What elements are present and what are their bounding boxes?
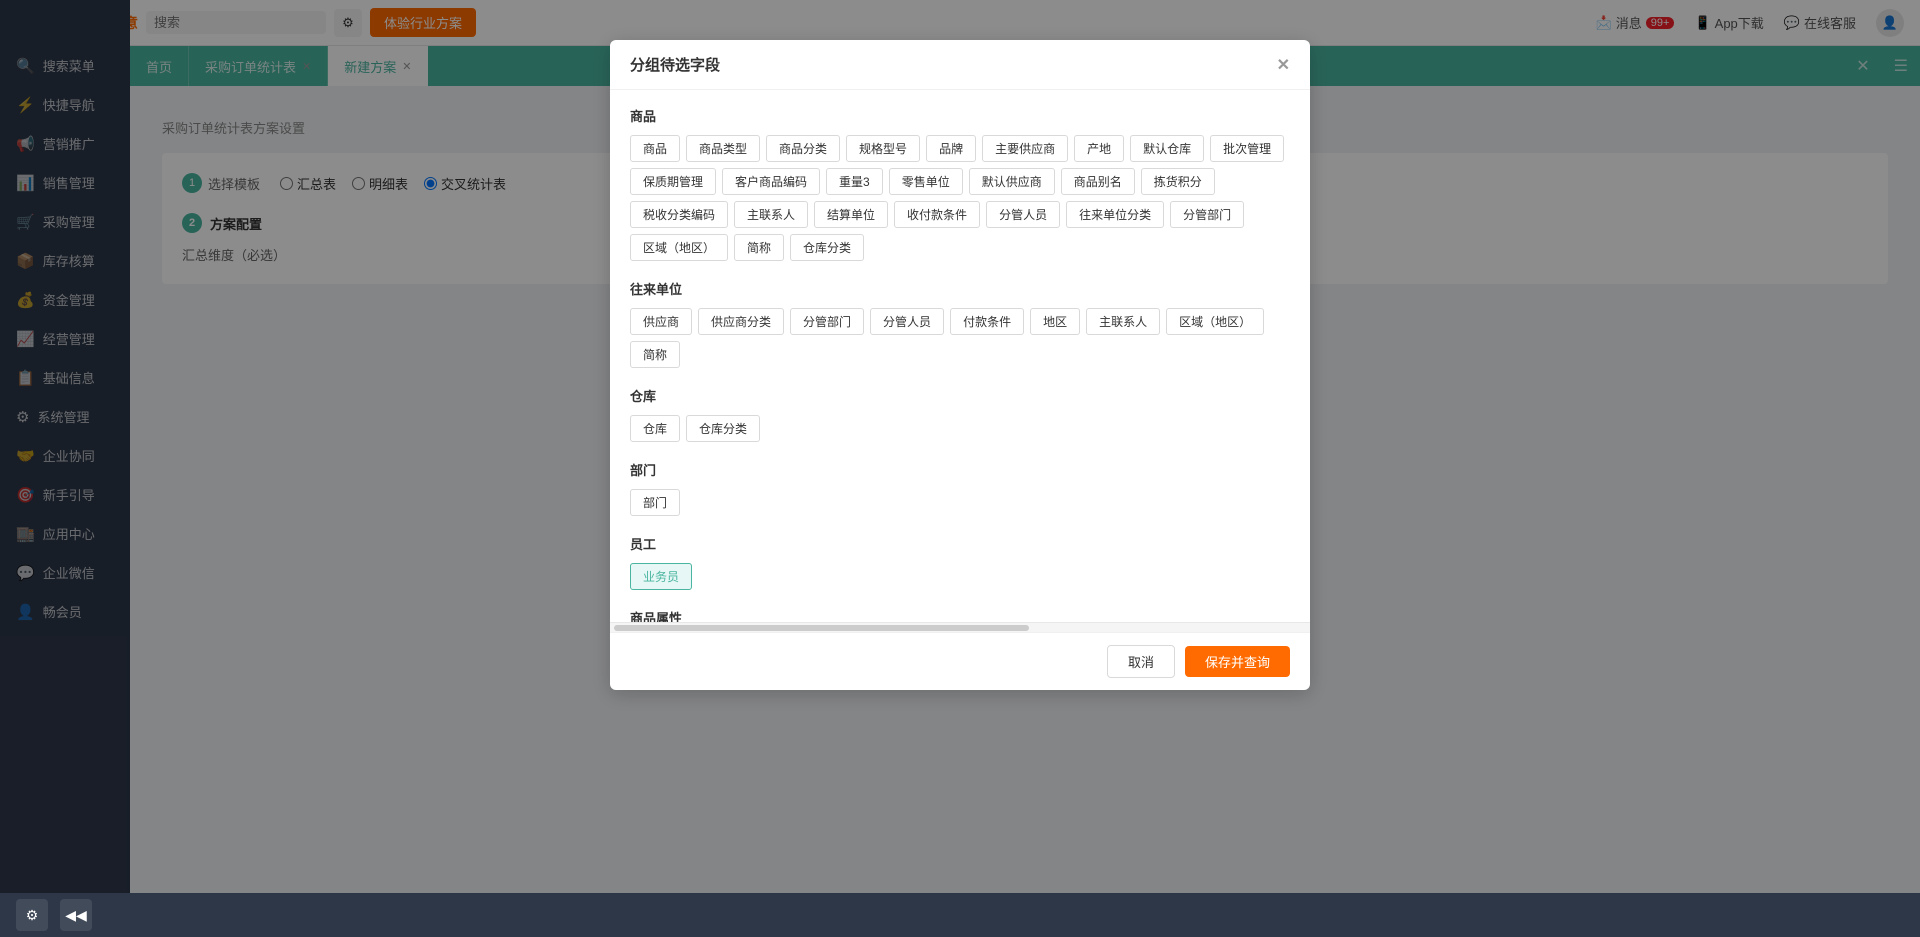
- modal-hscrollbar[interactable]: [610, 622, 1310, 632]
- section-department-title: 部门: [630, 460, 1290, 479]
- settings-icon: ⚙: [26, 907, 39, 924]
- field-tag-employee[interactable]: 业务员: [630, 563, 692, 590]
- section-employee: 员工 业务员: [630, 534, 1290, 590]
- field-tag[interactable]: 供应商: [630, 308, 692, 335]
- field-tag[interactable]: 税收分类编码: [630, 201, 728, 228]
- field-tag[interactable]: 分管人员: [870, 308, 944, 335]
- volume-icon: ◀◀: [65, 907, 87, 924]
- field-tag[interactable]: 商品别名: [1061, 168, 1135, 195]
- modal-close-button[interactable]: ✕: [1277, 55, 1290, 75]
- field-tag[interactable]: 往来单位分类: [1066, 201, 1164, 228]
- field-tag[interactable]: 品牌: [926, 135, 976, 162]
- field-tag[interactable]: 分管人员: [986, 201, 1060, 228]
- section-warehouse: 仓库 仓库 仓库分类: [630, 386, 1290, 442]
- section-department: 部门 部门: [630, 460, 1290, 516]
- confirm-button[interactable]: 保存并查询: [1185, 646, 1290, 677]
- field-tag[interactable]: 主联系人: [1086, 308, 1160, 335]
- modal-header: 分组待选字段 ✕: [610, 40, 1310, 90]
- settings-button[interactable]: ⚙: [16, 899, 48, 931]
- field-select-modal: 分组待选字段 ✕ 商品 商品 商品类型 商品分类 规格型号 品牌 主要供应商 产…: [610, 40, 1310, 690]
- section-product-attr-title: 商品属性: [630, 608, 1290, 622]
- section-warehouse-tags: 仓库 仓库分类: [630, 415, 1290, 442]
- field-tag[interactable]: 默认供应商: [969, 168, 1055, 195]
- field-tag[interactable]: 重量3: [826, 168, 883, 195]
- section-warehouse-title: 仓库: [630, 386, 1290, 405]
- field-tag[interactable]: 地区: [1030, 308, 1080, 335]
- modal-footer: 取消 保存并查询: [610, 632, 1310, 690]
- section-product: 商品 商品 商品类型 商品分类 规格型号 品牌 主要供应商 产地 默认仓库 批次…: [630, 106, 1290, 261]
- modal-body: 商品 商品 商品类型 商品分类 规格型号 品牌 主要供应商 产地 默认仓库 批次…: [610, 90, 1310, 622]
- field-tag[interactable]: 批次管理: [1210, 135, 1284, 162]
- field-tag[interactable]: 结算单位: [814, 201, 888, 228]
- field-tag[interactable]: 拣货积分: [1141, 168, 1215, 195]
- field-tag[interactable]: 零售单位: [889, 168, 963, 195]
- modal-title: 分组待选字段: [630, 54, 720, 75]
- field-tag[interactable]: 客户商品编码: [722, 168, 820, 195]
- volume-button[interactable]: ◀◀: [60, 899, 92, 931]
- field-tag[interactable]: 产地: [1074, 135, 1124, 162]
- field-tag[interactable]: 供应商分类: [698, 308, 784, 335]
- field-tag[interactable]: 主要供应商: [982, 135, 1068, 162]
- field-tag[interactable]: 简称: [734, 234, 784, 261]
- field-tag[interactable]: 区域（地区）: [1166, 308, 1264, 335]
- cancel-button[interactable]: 取消: [1107, 645, 1175, 678]
- section-employee-tags: 业务员: [630, 563, 1290, 590]
- section-employee-title: 员工: [630, 534, 1290, 553]
- field-tag[interactable]: 规格型号: [846, 135, 920, 162]
- section-partner-tags: 供应商 供应商分类 分管部门 分管人员 付款条件 地区 主联系人 区域（地区） …: [630, 308, 1290, 368]
- field-tag[interactable]: 仓库: [630, 415, 680, 442]
- field-tag[interactable]: 部门: [630, 489, 680, 516]
- field-tag[interactable]: 商品类型: [686, 135, 760, 162]
- field-tag[interactable]: 付款条件: [950, 308, 1024, 335]
- field-tag[interactable]: 仓库分类: [790, 234, 864, 261]
- bottom-bar: ⚙ ◀◀: [0, 893, 1920, 937]
- field-tag[interactable]: 商品分类: [766, 135, 840, 162]
- field-tag[interactable]: 收付款条件: [894, 201, 980, 228]
- section-partner: 往来单位 供应商 供应商分类 分管部门 分管人员 付款条件 地区 主联系人 区域…: [630, 279, 1290, 368]
- section-product-title: 商品: [630, 106, 1290, 125]
- field-tag[interactable]: 区域（地区）: [630, 234, 728, 261]
- modal-overlay: 分组待选字段 ✕ 商品 商品 商品类型 商品分类 规格型号 品牌 主要供应商 产…: [0, 0, 1920, 937]
- section-department-tags: 部门: [630, 489, 1290, 516]
- field-tag[interactable]: 默认仓库: [1130, 135, 1204, 162]
- section-product-attr: 商品属性 属性 颜色 多规格 尺码 鞋码 1: [630, 608, 1290, 622]
- field-tag[interactable]: 商品: [630, 135, 680, 162]
- field-tag[interactable]: 保质期管理: [630, 168, 716, 195]
- field-tag[interactable]: 分管部门: [790, 308, 864, 335]
- modal-hscroll-thumb: [614, 625, 1029, 631]
- field-tag[interactable]: 主联系人: [734, 201, 808, 228]
- field-tag[interactable]: 仓库分类: [686, 415, 760, 442]
- field-tag[interactable]: 简称: [630, 341, 680, 368]
- field-tag[interactable]: 分管部门: [1170, 201, 1244, 228]
- section-product-tags: 商品 商品类型 商品分类 规格型号 品牌 主要供应商 产地 默认仓库 批次管理 …: [630, 135, 1290, 261]
- section-partner-title: 往来单位: [630, 279, 1290, 298]
